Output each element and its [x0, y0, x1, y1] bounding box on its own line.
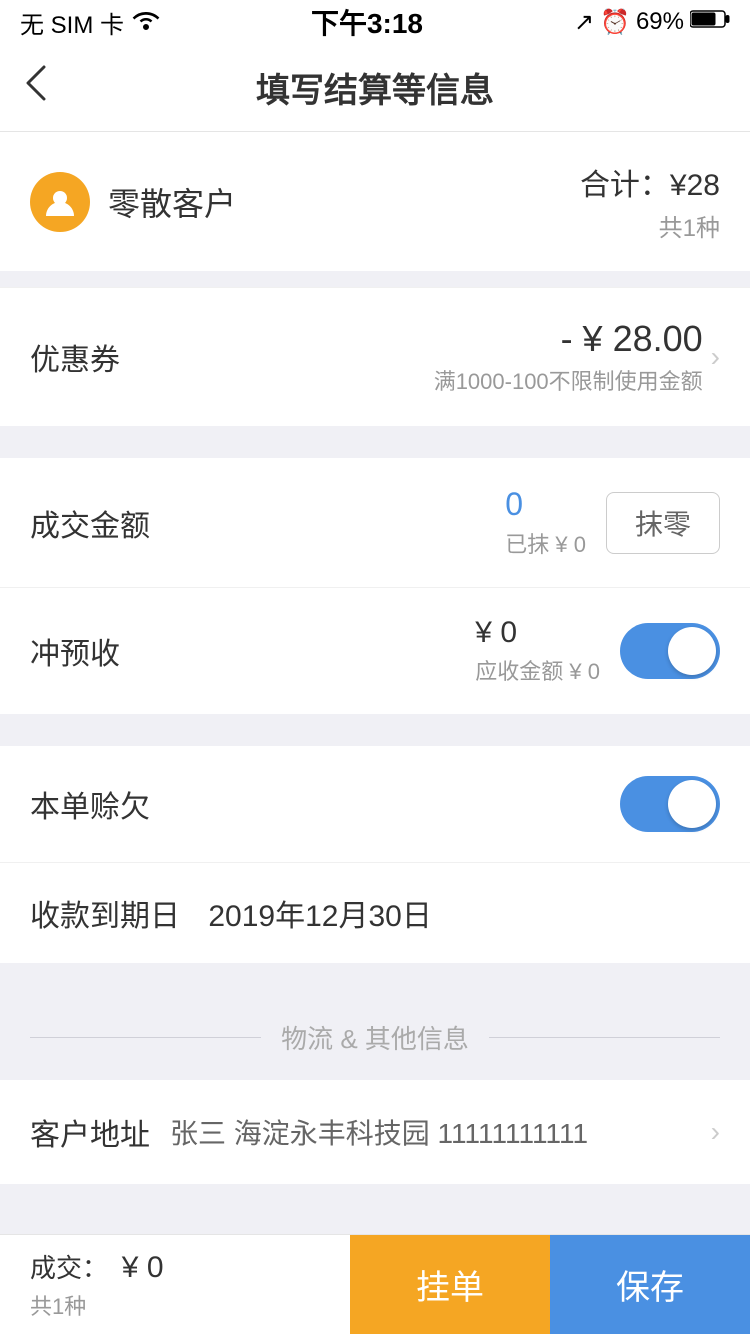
- deal-row: 成交金额 0 已抹 ¥ 0 抹零: [0, 458, 750, 588]
- pending-button[interactable]: 挂单: [350, 1235, 550, 1334]
- customer-row: 零散客户 合计：¥28 共1种: [0, 132, 750, 271]
- address-value: 张三 海淀永丰科技园 11111111111: [170, 1112, 711, 1152]
- coupon-label: 优惠券: [30, 335, 120, 379]
- page-title: 填写结算等信息: [256, 63, 494, 112]
- customer-total: 合计：¥28: [580, 160, 720, 204]
- customer-section: 零散客户 合计：¥28 共1种: [0, 132, 750, 271]
- customer-right: 合计：¥28 共1种: [580, 160, 720, 243]
- coupon-row[interactable]: 优惠券 - ¥ 28.00 满1000-100不限制使用金额 ›: [0, 287, 750, 426]
- due-date-row: 收款到期日 2019年12月30日: [0, 862, 750, 963]
- deal-sub: 已抹 ¥ 0: [505, 527, 586, 559]
- battery-text: 69%: [636, 8, 684, 36]
- bottom-info: 成交： ¥ 0 共1种: [0, 1235, 350, 1334]
- deal-label-col: 成交金额: [30, 501, 150, 545]
- bottom-count: 共1种: [30, 1289, 320, 1321]
- prepay-row: 冲预收 ¥ 0 应收金额 ¥ 0: [0, 588, 750, 714]
- address-label: 客户地址: [30, 1110, 150, 1154]
- prepay-right: ¥ 0 应收金额 ¥ 0: [475, 616, 720, 686]
- coupon-right-col: - ¥ 28.00 满1000-100不限制使用金额: [434, 318, 703, 396]
- save-button[interactable]: 保存: [550, 1235, 750, 1334]
- bottom-deal-label: 成交：: [30, 1253, 108, 1283]
- credit-label: 本单赊欠: [30, 782, 150, 826]
- separator-3: [0, 979, 750, 995]
- chevron-right-icon: ›: [711, 341, 720, 373]
- back-button[interactable]: [24, 65, 46, 110]
- status-right: ↗ ⏰ 69%: [574, 8, 730, 37]
- coupon-amount: - ¥ 28.00: [434, 318, 703, 360]
- credit-section: 本单赊欠 收款到期日 2019年12月30日: [0, 746, 750, 963]
- round-zero-button[interactable]: 抹零: [606, 492, 720, 554]
- bottom-bar: 成交： ¥ 0 共1种 挂单 保存: [0, 1234, 750, 1334]
- battery-icon: [690, 8, 730, 36]
- address-section[interactable]: 客户地址 张三 海淀永丰科技园 11111111111 ›: [0, 1080, 750, 1184]
- prepay-toggle[interactable]: [620, 623, 720, 679]
- logistics-line-right: [489, 1037, 720, 1038]
- bottom-deal-row: 成交： ¥ 0: [30, 1248, 320, 1285]
- deal-right: 0 已抹 ¥ 0 抹零: [505, 486, 720, 559]
- separator-2: [0, 730, 750, 746]
- deal-label: 成交金额: [30, 501, 150, 545]
- customer-left: 零散客户: [30, 172, 236, 232]
- due-date-label: 收款到期日: [30, 900, 180, 933]
- status-bar: 无 SIM 卡 下午3:18 ↗ ⏰ 69%: [0, 0, 750, 44]
- logistics-line-left: [30, 1037, 261, 1038]
- separator-1: [0, 442, 750, 458]
- due-date-value: 2019年12月30日: [208, 900, 431, 933]
- credit-row: 本单赊欠: [0, 746, 750, 862]
- bottom-deal-amount: ¥ 0: [122, 1251, 164, 1284]
- prepay-value-col: ¥ 0 应收金额 ¥ 0: [475, 616, 600, 686]
- alarm-icon: ⏰: [600, 8, 630, 37]
- prepay-sub: 应收金额 ¥ 0: [475, 654, 600, 686]
- status-left: 无 SIM 卡: [20, 5, 160, 40]
- customer-avatar: [30, 172, 90, 232]
- coupon-desc: 满1000-100不限制使用金额: [434, 364, 703, 396]
- logistics-text: 物流 & 其他信息: [281, 1019, 469, 1056]
- customer-count: 共1种: [580, 208, 720, 243]
- address-row[interactable]: 客户地址 张三 海淀永丰科技园 11111111111 ›: [0, 1080, 750, 1184]
- toggle-knob: [668, 627, 716, 675]
- address-chevron-icon: ›: [711, 1116, 720, 1148]
- credit-toggle[interactable]: [620, 776, 720, 832]
- status-time: 下午3:18: [311, 2, 423, 42]
- deal-section: 成交金额 0 已抹 ¥ 0 抹零 冲预收 ¥ 0 应收金额 ¥ 0: [0, 458, 750, 714]
- customer-name: 零散客户: [108, 179, 236, 225]
- deal-value-col: 0 已抹 ¥ 0: [505, 486, 586, 559]
- logistics-divider: 物流 & 其他信息: [0, 995, 750, 1080]
- coupon-section[interactable]: 优惠券 - ¥ 28.00 满1000-100不限制使用金额 ›: [0, 287, 750, 426]
- prepay-value: ¥ 0: [475, 616, 600, 650]
- credit-toggle-knob: [668, 780, 716, 828]
- wifi-icon: [132, 8, 160, 37]
- no-sim-text: 无 SIM 卡: [20, 5, 124, 40]
- location-icon: ↗: [574, 8, 594, 37]
- nav-bar: 填写结算等信息: [0, 44, 750, 132]
- prepay-label: 冲预收: [30, 629, 120, 673]
- deal-value: 0: [505, 486, 586, 523]
